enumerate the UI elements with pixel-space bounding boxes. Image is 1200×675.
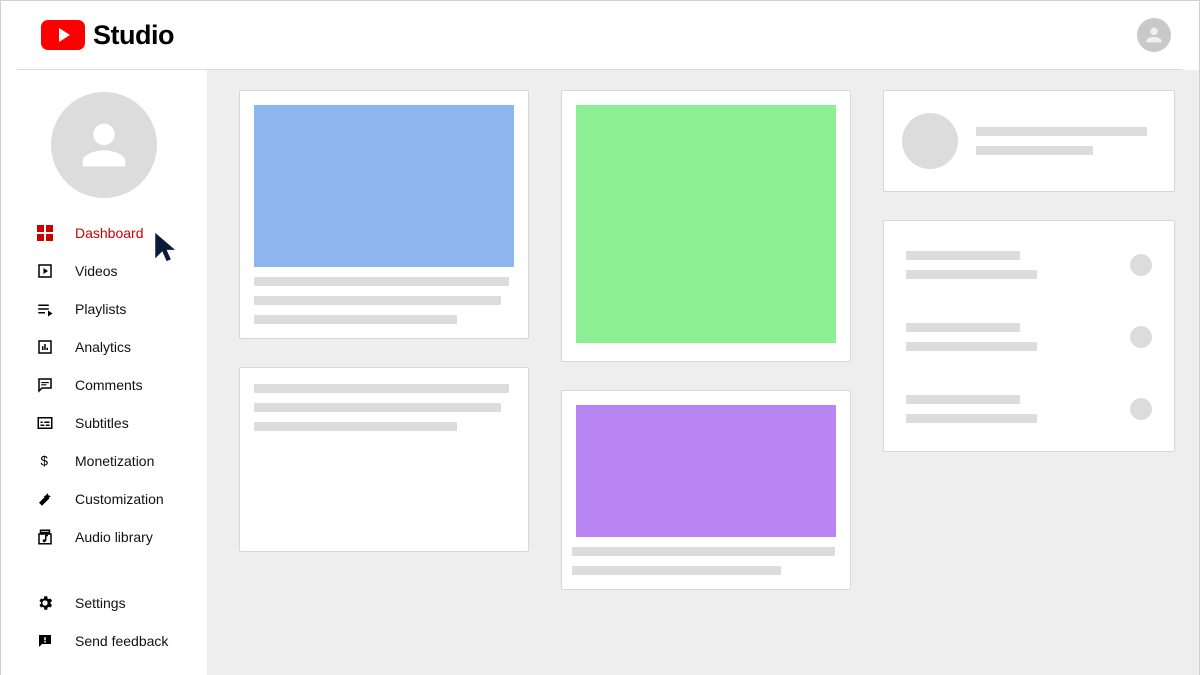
- account-avatar-button[interactable]: [1137, 18, 1171, 52]
- sidebar-item-label: Subtitles: [75, 415, 129, 431]
- text-placeholder: [906, 270, 1037, 279]
- sidebar-item-send-feedback[interactable]: Send feedback: [1, 622, 207, 660]
- status-dot: [1130, 398, 1152, 420]
- audio-library-icon: [35, 527, 55, 547]
- sidebar-item-videos[interactable]: Videos: [1, 252, 207, 290]
- text-placeholder: [572, 547, 835, 556]
- customization-icon: [35, 489, 55, 509]
- brand-word: Studio: [93, 20, 174, 51]
- sidebar-item-analytics[interactable]: Analytics: [1, 328, 207, 366]
- playlists-icon: [35, 299, 55, 319]
- sidebar-bottom: Settings Send feedback: [1, 584, 207, 660]
- text-placeholder: [254, 403, 501, 412]
- header: Studio: [1, 1, 1199, 69]
- card-text[interactable]: [239, 367, 529, 552]
- card-video-blue[interactable]: [239, 90, 529, 339]
- sidebar-item-playlists[interactable]: Playlists: [1, 290, 207, 328]
- sidebar-item-dashboard[interactable]: Dashboard: [1, 214, 207, 252]
- sidebar: Dashboard Videos Playlists: [1, 70, 207, 675]
- brand[interactable]: Studio: [41, 20, 174, 51]
- text-placeholder: [254, 422, 457, 431]
- feedback-icon: [35, 631, 55, 651]
- column-middle: [561, 90, 851, 675]
- sidebar-item-label: Customization: [75, 491, 164, 507]
- sidebar-item-label: Audio library: [75, 529, 153, 545]
- youtube-logo-icon: [41, 20, 85, 50]
- text-placeholder: [572, 566, 781, 575]
- sidebar-item-label: Send feedback: [75, 633, 168, 649]
- list-item[interactable]: [906, 323, 1152, 351]
- channel-avatar[interactable]: [51, 92, 157, 198]
- sidebar-item-subtitles[interactable]: Subtitles: [1, 404, 207, 442]
- text-placeholder: [906, 342, 1037, 351]
- text-placeholder: [906, 323, 1020, 332]
- text-placeholder: [906, 414, 1037, 423]
- status-dot: [1130, 254, 1152, 276]
- sidebar-item-label: Comments: [75, 377, 143, 393]
- sidebar-item-label: Settings: [75, 595, 126, 611]
- monetization-icon: $: [35, 451, 55, 471]
- analytics-icon: [35, 337, 55, 357]
- card-channel-summary[interactable]: [883, 90, 1175, 192]
- thumbnail-placeholder: [576, 405, 836, 537]
- card-video-purple[interactable]: [561, 390, 851, 590]
- dashboard-icon: [35, 223, 55, 243]
- thumbnail-placeholder: [254, 105, 514, 267]
- person-icon: [1143, 24, 1165, 46]
- text-placeholder: [254, 296, 501, 305]
- column-left: [239, 90, 529, 675]
- card-list[interactable]: [883, 220, 1175, 452]
- text-placeholder: [254, 384, 509, 393]
- sidebar-item-label: Playlists: [75, 301, 126, 317]
- list-item[interactable]: [906, 251, 1152, 279]
- list-item[interactable]: [906, 395, 1152, 423]
- body: Dashboard Videos Playlists: [1, 70, 1199, 675]
- sidebar-item-label: Videos: [75, 263, 118, 279]
- videos-icon: [35, 261, 55, 281]
- text-placeholder: [976, 127, 1147, 136]
- person-icon: [72, 113, 136, 177]
- sidebar-item-settings[interactable]: Settings: [1, 584, 207, 622]
- text-placeholder: [976, 146, 1093, 155]
- comments-icon: [35, 375, 55, 395]
- app-frame: Studio Dashboard: [0, 0, 1200, 675]
- sidebar-item-label: Monetization: [75, 453, 154, 469]
- subtitles-icon: [35, 413, 55, 433]
- main-content: [207, 70, 1199, 675]
- thumbnail-placeholder: [576, 105, 836, 343]
- sidebar-item-comments[interactable]: Comments: [1, 366, 207, 404]
- sidebar-item-label: Analytics: [75, 339, 131, 355]
- sidebar-item-audio-library[interactable]: Audio library: [1, 518, 207, 556]
- text-placeholder: [254, 315, 457, 324]
- sidebar-item-monetization[interactable]: $ Monetization: [1, 442, 207, 480]
- text-placeholder: [254, 277, 509, 286]
- sidebar-nav: Dashboard Videos Playlists: [1, 214, 207, 556]
- text-placeholder: [906, 251, 1020, 260]
- card-video-green[interactable]: [561, 90, 851, 362]
- text-placeholder: [906, 395, 1020, 404]
- column-right: [883, 90, 1175, 675]
- channel-lines: [976, 127, 1156, 155]
- sidebar-item-label: Dashboard: [75, 225, 144, 241]
- sidebar-item-customization[interactable]: Customization: [1, 480, 207, 518]
- status-dot: [1130, 326, 1152, 348]
- channel-avatar-small: [902, 113, 958, 169]
- settings-icon: [35, 593, 55, 613]
- svg-text:$: $: [41, 454, 49, 469]
